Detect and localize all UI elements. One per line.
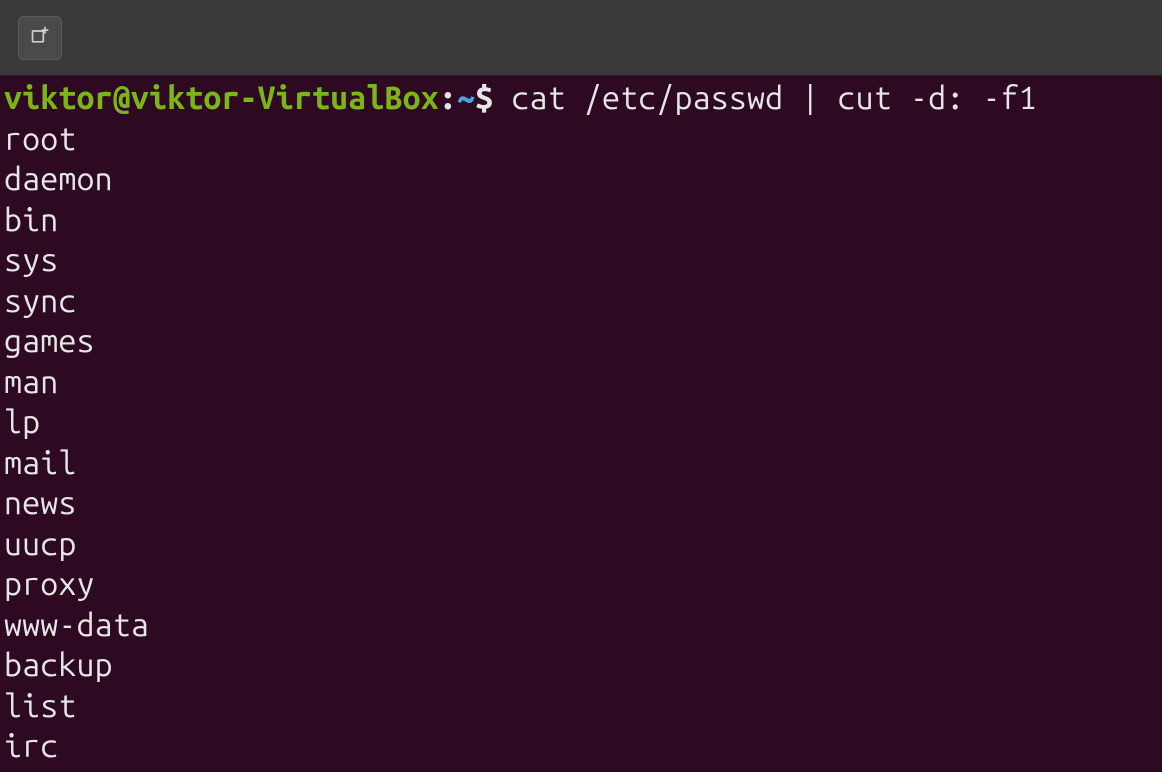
- new-tab-icon: [30, 26, 50, 50]
- output-line: lp: [4, 402, 1158, 443]
- prompt-colon: :: [439, 80, 457, 116]
- output-line: backup: [4, 645, 1158, 686]
- command-text: cat /etc/passwd | cut -d: -f1: [493, 80, 1037, 116]
- prompt-dollar: $: [475, 80, 493, 116]
- command-output: rootdaemonbinsyssyncgamesmanlpmailnewsuu…: [4, 119, 1158, 767]
- output-line: man: [4, 362, 1158, 403]
- window-titlebar: [0, 0, 1162, 76]
- prompt-userhost: viktor@viktor-VirtualBox: [4, 80, 439, 116]
- output-line: list: [4, 686, 1158, 727]
- output-line: mail: [4, 443, 1158, 484]
- output-line: root: [4, 119, 1158, 160]
- new-tab-button[interactable]: [18, 16, 62, 60]
- output-line: proxy: [4, 564, 1158, 605]
- output-line: games: [4, 321, 1158, 362]
- output-line: bin: [4, 200, 1158, 241]
- output-line: sys: [4, 240, 1158, 281]
- output-line: irc: [4, 726, 1158, 767]
- output-line: sync: [4, 281, 1158, 322]
- output-line: uucp: [4, 524, 1158, 565]
- output-line: daemon: [4, 159, 1158, 200]
- prompt-path: ~: [457, 80, 475, 116]
- output-line: www-data: [4, 605, 1158, 646]
- prompt-line: viktor@viktor-VirtualBox:~$ cat /etc/pas…: [4, 78, 1158, 119]
- terminal-area[interactable]: viktor@viktor-VirtualBox:~$ cat /etc/pas…: [0, 76, 1162, 769]
- output-line: news: [4, 483, 1158, 524]
